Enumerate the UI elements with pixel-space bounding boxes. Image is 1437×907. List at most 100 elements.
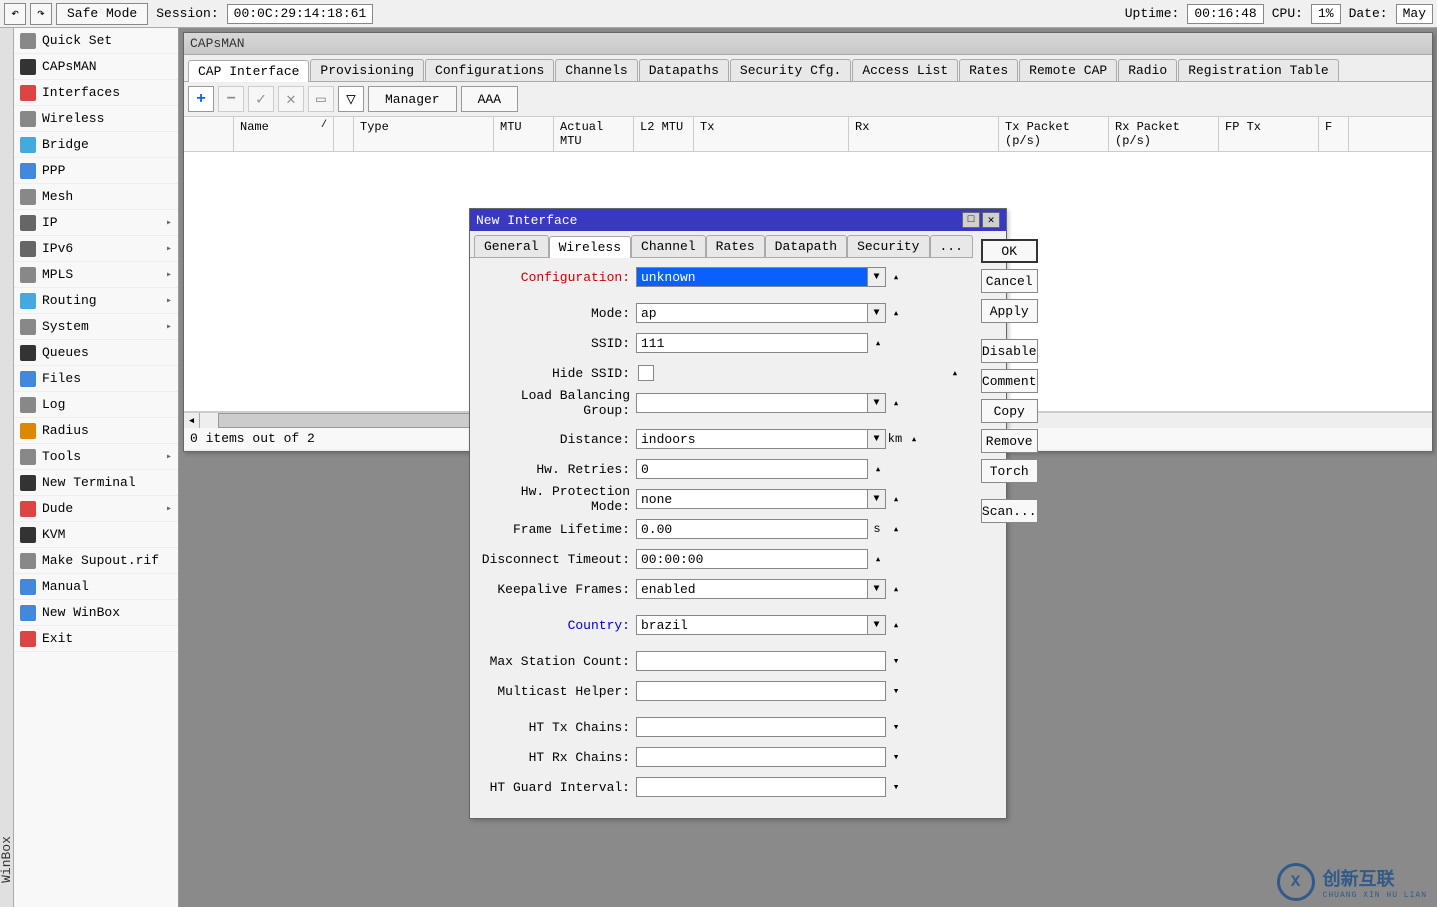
ssid-input[interactable]: 111 xyxy=(636,333,868,353)
dialog-tab-datapath[interactable]: Datapath xyxy=(765,235,847,257)
tab-provisioning[interactable]: Provisioning xyxy=(310,59,424,81)
dropdown-icon[interactable]: ▼ xyxy=(868,393,886,413)
collapse-icon[interactable]: ▴ xyxy=(906,429,922,449)
collapse-icon[interactable]: ▴ xyxy=(888,489,904,509)
comment-button[interactable]: ▭ xyxy=(308,86,334,112)
sidebar-item-new-terminal[interactable]: New Terminal xyxy=(14,470,178,496)
disconnect-timeout-input[interactable]: 00:00:00 xyxy=(636,549,868,569)
column-header[interactable]: MTU xyxy=(494,117,554,151)
sidebar-item-kvm[interactable]: KVM xyxy=(14,522,178,548)
enable-button[interactable]: ✓ xyxy=(248,86,274,112)
dropdown-icon[interactable]: ▼ xyxy=(868,579,886,599)
disable-button[interactable]: Disable xyxy=(981,339,1038,363)
sidebar-item-exit[interactable]: Exit xyxy=(14,626,178,652)
dialog-tab-wireless[interactable]: Wireless xyxy=(549,236,631,258)
tab-access-list[interactable]: Access List xyxy=(852,59,958,81)
sidebar-item-ppp[interactable]: PPP xyxy=(14,158,178,184)
hide-ssid-checkbox[interactable] xyxy=(638,365,654,381)
torch-button[interactable]: Torch xyxy=(981,459,1038,483)
dialog-tab-general[interactable]: General xyxy=(474,235,549,257)
collapse-icon[interactable]: ▴ xyxy=(870,459,886,479)
sidebar-item-make-supout.rif[interactable]: Make Supout.rif xyxy=(14,548,178,574)
sidebar-item-manual[interactable]: Manual xyxy=(14,574,178,600)
tab-registration-table[interactable]: Registration Table xyxy=(1178,59,1338,81)
safe-mode-button[interactable]: Safe Mode xyxy=(56,3,148,25)
apply-button[interactable]: Apply xyxy=(981,299,1038,323)
sidebar-item-new-winbox[interactable]: New WinBox xyxy=(14,600,178,626)
sidebar-item-mesh[interactable]: Mesh xyxy=(14,184,178,210)
sidebar-item-quick-set[interactable]: Quick Set xyxy=(14,28,178,54)
sidebar-item-ipv6[interactable]: IPv6▸ xyxy=(14,236,178,262)
expand-icon[interactable]: ▾ xyxy=(888,747,904,767)
copy-button[interactable]: Copy xyxy=(981,399,1038,423)
tab-datapaths[interactable]: Datapaths xyxy=(639,59,729,81)
dropdown-icon[interactable]: ▼ xyxy=(868,303,886,323)
tab-rates[interactable]: Rates xyxy=(959,59,1018,81)
dialog-tab-rates[interactable]: Rates xyxy=(706,235,765,257)
expand-icon[interactable]: ▾ xyxy=(888,717,904,737)
capsman-titlebar[interactable]: CAPsMAN xyxy=(184,33,1432,55)
configuration-input[interactable]: unknown xyxy=(636,267,868,287)
max-station-input[interactable] xyxy=(636,651,886,671)
column-header[interactable]: Rx xyxy=(849,117,999,151)
column-header[interactable]: Actual MTU xyxy=(554,117,634,151)
sidebar-item-dude[interactable]: Dude▸ xyxy=(14,496,178,522)
collapse-icon[interactable]: ▴ xyxy=(870,333,886,353)
tab-remote-cap[interactable]: Remote CAP xyxy=(1019,59,1117,81)
sidebar-item-capsman[interactable]: CAPsMAN xyxy=(14,54,178,80)
country-input[interactable]: brazil xyxy=(636,615,868,635)
collapse-icon[interactable]: ▴ xyxy=(947,363,963,383)
comment-button[interactable]: Comment xyxy=(981,369,1038,393)
sidebar-item-mpls[interactable]: MPLS▸ xyxy=(14,262,178,288)
sidebar-item-files[interactable]: Files xyxy=(14,366,178,392)
sidebar-item-bridge[interactable]: Bridge xyxy=(14,132,178,158)
ht-guard-interval-input[interactable] xyxy=(636,777,886,797)
column-header[interactable]: Tx xyxy=(694,117,849,151)
dialog-tab-channel[interactable]: Channel xyxy=(631,235,706,257)
keepalive-input[interactable]: enabled xyxy=(636,579,868,599)
mode-input[interactable]: ap xyxy=(636,303,868,323)
collapse-icon[interactable]: ▴ xyxy=(888,579,904,599)
tab-radio[interactable]: Radio xyxy=(1118,59,1177,81)
aaa-button[interactable]: AAA xyxy=(461,86,518,112)
close-icon[interactable]: ✕ xyxy=(982,212,1000,228)
dialog-titlebar[interactable]: New Interface □ ✕ xyxy=(470,209,1006,231)
sidebar-item-interfaces[interactable]: Interfaces xyxy=(14,80,178,106)
dialog-tab-[interactable]: ... xyxy=(930,235,973,257)
expand-icon[interactable]: ▾ xyxy=(888,651,904,671)
collapse-icon[interactable]: ▴ xyxy=(888,393,904,413)
sidebar-item-routing[interactable]: Routing▸ xyxy=(14,288,178,314)
collapse-icon[interactable]: ▴ xyxy=(888,267,904,287)
tab-cap-interface[interactable]: CAP Interface xyxy=(188,60,309,82)
column-header[interactable]: FP Tx xyxy=(1219,117,1319,151)
expand-icon[interactable]: ▾ xyxy=(888,777,904,797)
ht-tx-chains-input[interactable] xyxy=(636,717,886,737)
expand-icon[interactable]: ▾ xyxy=(888,681,904,701)
column-header[interactable] xyxy=(184,117,234,151)
dialog-tab-security[interactable]: Security xyxy=(847,235,929,257)
tab-channels[interactable]: Channels xyxy=(555,59,637,81)
manager-button[interactable]: Manager xyxy=(368,86,457,112)
dropdown-icon[interactable]: ▼ xyxy=(868,615,886,635)
filter-button[interactable]: ▽ xyxy=(338,86,364,112)
ok-button[interactable]: OK xyxy=(981,239,1038,263)
undo-button[interactable]: ↶ xyxy=(4,3,26,25)
hw-retries-input[interactable]: 0 xyxy=(636,459,868,479)
cancel-button[interactable]: Cancel xyxy=(981,269,1038,293)
collapse-icon[interactable]: ▴ xyxy=(888,519,904,539)
collapse-icon[interactable]: ▴ xyxy=(870,549,886,569)
hw-protection-input[interactable]: none xyxy=(636,489,868,509)
sidebar-item-tools[interactable]: Tools▸ xyxy=(14,444,178,470)
remove-button[interactable]: − xyxy=(218,86,244,112)
maximize-icon[interactable]: □ xyxy=(962,212,980,228)
sidebar-item-radius[interactable]: Radius xyxy=(14,418,178,444)
column-header[interactable]: F xyxy=(1319,117,1349,151)
redo-button[interactable]: ↷ xyxy=(30,3,52,25)
ht-rx-chains-input[interactable] xyxy=(636,747,886,767)
column-header[interactable]: Rx Packet (p/s) xyxy=(1109,117,1219,151)
sidebar-item-queues[interactable]: Queues xyxy=(14,340,178,366)
column-header[interactable]: Type xyxy=(354,117,494,151)
sidebar-item-ip[interactable]: IP▸ xyxy=(14,210,178,236)
multicast-helper-input[interactable] xyxy=(636,681,886,701)
distance-input[interactable]: indoors xyxy=(636,429,868,449)
